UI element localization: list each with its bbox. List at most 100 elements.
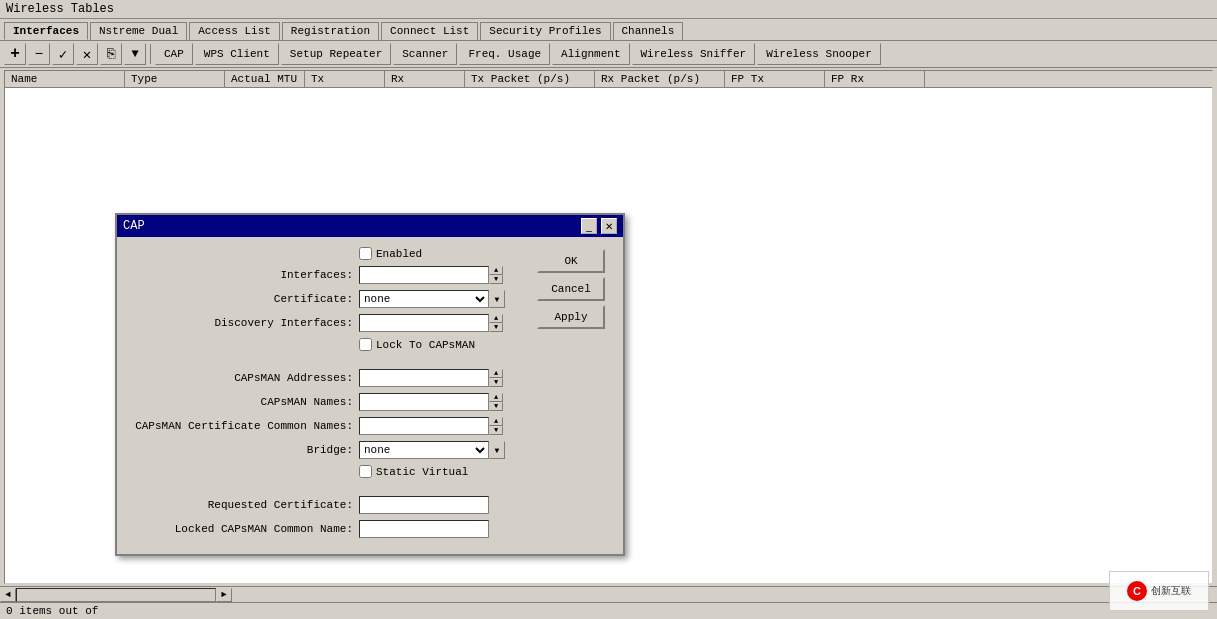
interfaces-spinner: ▲ ▼ bbox=[489, 266, 503, 284]
wps-client-button[interactable]: WPS Client bbox=[195, 43, 279, 65]
capsman-addr-up-btn[interactable]: ▲ bbox=[489, 369, 503, 378]
modal-title-bar: CAP _ ✕ bbox=[117, 215, 623, 237]
tab-registration[interactable]: Registration bbox=[282, 22, 379, 40]
capsman-names-down-btn[interactable]: ▼ bbox=[489, 402, 503, 411]
check-button[interactable]: ✓ bbox=[52, 43, 74, 65]
add-button[interactable]: + bbox=[4, 43, 26, 65]
capsman-cert-names-spinner: ▲ ▼ bbox=[489, 417, 503, 435]
discovery-up-btn[interactable]: ▲ bbox=[489, 314, 503, 323]
setup-repeater-button[interactable]: Setup Repeater bbox=[281, 43, 391, 65]
tab-bar: Interfaces Nstreme Dual Access List Regi… bbox=[0, 19, 1217, 41]
capsman-names-input-group: ▲ ▼ bbox=[359, 393, 503, 411]
requested-cert-input[interactable] bbox=[359, 496, 489, 514]
copy-button[interactable]: ⎘ bbox=[100, 43, 122, 65]
hscroll-right[interactable]: ► bbox=[216, 588, 232, 602]
col-tx: Tx bbox=[305, 71, 385, 87]
discovery-interfaces-input-group: ▲ ▼ bbox=[359, 314, 503, 332]
capsman-addr-down-btn[interactable]: ▼ bbox=[489, 378, 503, 387]
wireless-sniffer-button[interactable]: Wireless Sniffer bbox=[632, 43, 756, 65]
enabled-checkbox[interactable] bbox=[359, 247, 372, 260]
status-bar: 0 items out of bbox=[0, 602, 1217, 619]
capsman-cert-down-btn[interactable]: ▼ bbox=[489, 426, 503, 435]
wireless-snooper-button[interactable]: Wireless Snooper bbox=[757, 43, 881, 65]
lock-capsman-label: Lock To CAPsMAN bbox=[376, 339, 475, 351]
cross-button[interactable]: ✕ bbox=[76, 43, 98, 65]
cap-button[interactable]: CAP bbox=[155, 43, 193, 65]
modal-buttons: OK Cancel Apply bbox=[537, 247, 607, 544]
tab-interfaces[interactable]: Interfaces bbox=[4, 22, 88, 40]
hscroll[interactable]: ◄ ► bbox=[0, 586, 1217, 602]
toolbar: + − ✓ ✕ ⎘ ▼ CAP WPS Client Setup Repeate… bbox=[0, 41, 1217, 68]
col-rx: Rx bbox=[385, 71, 465, 87]
interfaces-label: Interfaces: bbox=[133, 269, 353, 281]
capsman-names-input[interactable] bbox=[359, 393, 489, 411]
col-tx-packet: Tx Packet (p/s) bbox=[465, 71, 595, 87]
interfaces-row: Interfaces: ▲ ▼ bbox=[133, 266, 527, 284]
modal-close-button[interactable]: ✕ bbox=[601, 218, 617, 234]
scanner-button[interactable]: Scanner bbox=[393, 43, 457, 65]
tab-channels[interactable]: Channels bbox=[613, 22, 684, 40]
capsman-addresses-label: CAPsMAN Addresses: bbox=[133, 372, 353, 384]
enabled-label: Enabled bbox=[376, 248, 422, 260]
interfaces-up-btn[interactable]: ▲ bbox=[489, 266, 503, 275]
capsman-names-up-btn[interactable]: ▲ bbox=[489, 393, 503, 402]
bridge-row: Bridge: none ▼ bbox=[133, 441, 527, 459]
certificate-dropdown-btn[interactable]: ▼ bbox=[489, 290, 505, 308]
certificate-select[interactable]: none bbox=[359, 290, 489, 308]
discovery-down-btn[interactable]: ▼ bbox=[489, 323, 503, 332]
bridge-select[interactable]: none bbox=[359, 441, 489, 459]
cap-dialog: CAP _ ✕ Enabled bbox=[115, 213, 625, 556]
filter-icon: ▼ bbox=[131, 47, 138, 61]
modal-title-buttons: _ ✕ bbox=[581, 218, 617, 234]
modal-form: Enabled Interfaces: ▲ ▼ bbox=[133, 247, 527, 544]
modal-title: CAP bbox=[123, 219, 145, 233]
col-actual-mtu: Actual MTU bbox=[225, 71, 305, 87]
static-virtual-checkbox[interactable] bbox=[359, 465, 372, 478]
locked-capsman-name-row: Locked CAPsMAN Common Name: bbox=[133, 520, 527, 538]
capsman-names-spinner: ▲ ▼ bbox=[489, 393, 503, 411]
capsman-addresses-spinner: ▲ ▼ bbox=[489, 369, 503, 387]
tab-connect-list[interactable]: Connect List bbox=[381, 22, 478, 40]
interfaces-input-group: ▲ ▼ bbox=[359, 266, 503, 284]
discovery-interfaces-input[interactable] bbox=[359, 314, 489, 332]
watermark: C 创新互联 bbox=[1109, 571, 1209, 611]
lock-capsman-row: Lock To CAPsMAN bbox=[133, 338, 527, 351]
tab-nstreme-dual[interactable]: Nstreme Dual bbox=[90, 22, 187, 40]
col-type: Type bbox=[125, 71, 225, 87]
hscroll-left[interactable]: ◄ bbox=[0, 588, 16, 602]
remove-button[interactable]: − bbox=[28, 43, 50, 65]
freq-usage-button[interactable]: Freq. Usage bbox=[459, 43, 550, 65]
lock-capsman-checkbox[interactable] bbox=[359, 338, 372, 351]
capsman-cert-names-label: CAPsMAN Certificate Common Names: bbox=[133, 420, 353, 432]
ok-button[interactable]: OK bbox=[537, 249, 605, 273]
title-bar: Wireless Tables bbox=[0, 0, 1217, 19]
certificate-select-group: none ▼ bbox=[359, 290, 505, 308]
capsman-addresses-input[interactable] bbox=[359, 369, 489, 387]
cancel-button[interactable]: Cancel bbox=[537, 277, 605, 301]
tab-access-list[interactable]: Access List bbox=[189, 22, 280, 40]
certificate-label: Certificate: bbox=[133, 293, 353, 305]
locked-capsman-name-input[interactable] bbox=[359, 520, 489, 538]
col-fp-tx: FP Tx bbox=[725, 71, 825, 87]
tab-security-profiles[interactable]: Security Profiles bbox=[480, 22, 610, 40]
filter-button[interactable]: ▼ bbox=[124, 43, 146, 65]
capsman-names-label: CAPsMAN Names: bbox=[133, 396, 353, 408]
apply-button[interactable]: Apply bbox=[537, 305, 605, 329]
bridge-label: Bridge: bbox=[133, 444, 353, 456]
col-rx-packet: Rx Packet (p/s) bbox=[595, 71, 725, 87]
capsman-cert-names-input[interactable] bbox=[359, 417, 489, 435]
modal-minimize-button[interactable]: _ bbox=[581, 218, 597, 234]
certificate-row: Certificate: none ▼ bbox=[133, 290, 527, 308]
capsman-cert-up-btn[interactable]: ▲ bbox=[489, 417, 503, 426]
modal-content: Enabled Interfaces: ▲ ▼ bbox=[117, 237, 623, 554]
hscroll-track[interactable] bbox=[16, 588, 216, 602]
spacer-2 bbox=[133, 484, 527, 496]
discovery-interfaces-label: Discovery Interfaces: bbox=[133, 317, 353, 329]
bridge-dropdown-btn[interactable]: ▼ bbox=[489, 441, 505, 459]
interfaces-down-btn[interactable]: ▼ bbox=[489, 275, 503, 284]
interfaces-input[interactable] bbox=[359, 266, 489, 284]
capsman-addresses-input-group: ▲ ▼ bbox=[359, 369, 503, 387]
requested-cert-label: Requested Certificate: bbox=[133, 499, 353, 511]
status-text: 0 items out of bbox=[6, 605, 98, 617]
alignment-button[interactable]: Alignment bbox=[552, 43, 629, 65]
